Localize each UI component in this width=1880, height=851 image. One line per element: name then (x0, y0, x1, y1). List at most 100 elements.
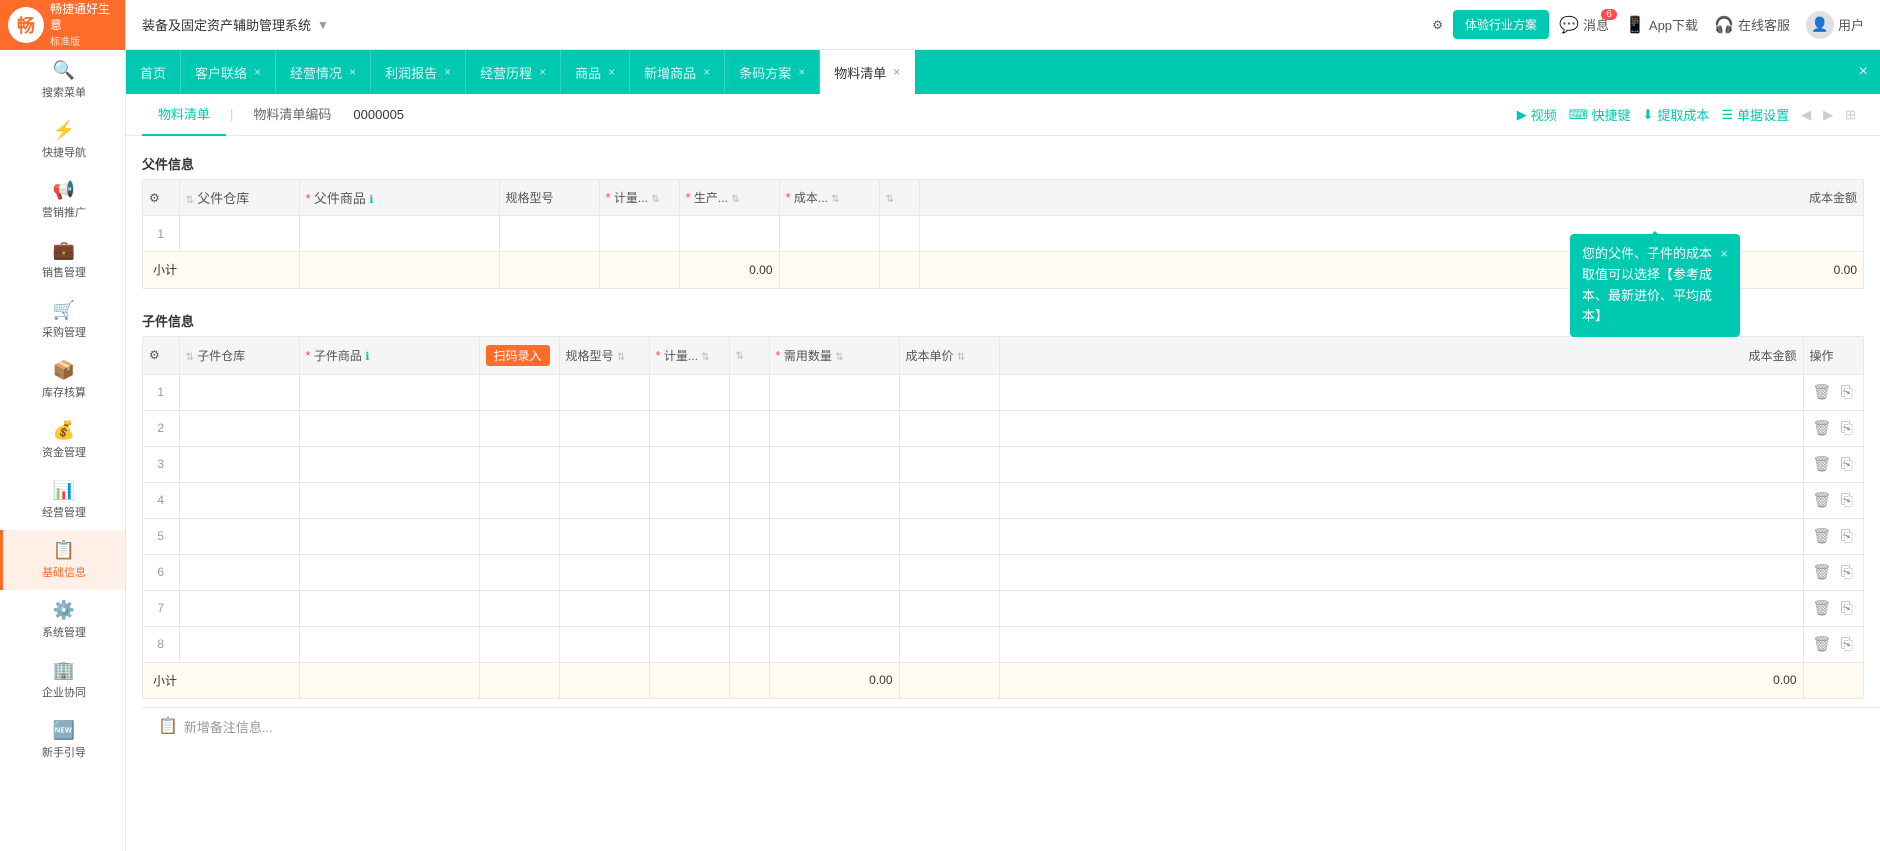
child-wh-8[interactable] (179, 626, 299, 662)
delete-btn-8[interactable]: 🗑 (1813, 636, 1832, 653)
child-amount-5[interactable] (999, 518, 1803, 554)
child-price-4[interactable] (899, 482, 999, 518)
child-spec-8[interactable] (559, 626, 649, 662)
sidebar-item-operation[interactable]: 📊 经营管理 (0, 470, 125, 530)
child-wh-7[interactable] (179, 590, 299, 626)
tab-bom-close[interactable]: × (893, 65, 900, 79)
child-spec-1[interactable] (559, 374, 649, 410)
child-goods-3[interactable] (299, 446, 479, 482)
child-qty-8[interactable] (769, 626, 899, 662)
tab-bom[interactable]: 物料清单 × (820, 50, 915, 94)
sidebar-item-search[interactable]: 🔍 搜索菜单 (0, 50, 125, 110)
sidebar-item-purchase[interactable]: 🛒 采购管理 (0, 290, 125, 350)
child-unit-3[interactable] (649, 446, 729, 482)
child-goods-1[interactable] (299, 374, 479, 410)
child-qty-3[interactable] (769, 446, 899, 482)
child-spec-2[interactable] (559, 410, 649, 446)
online-service-action[interactable]: 🎧 在线客服 (1714, 15, 1790, 35)
trial-button[interactable]: 体验行业方案 (1453, 10, 1549, 39)
child-price-8[interactable] (899, 626, 999, 662)
child-price-2[interactable] (899, 410, 999, 446)
sidebar-item-enterprise[interactable]: 🏢 企业协同 (0, 650, 125, 710)
copy-btn-2[interactable]: ⎘ (1841, 420, 1853, 437)
child-qty-7[interactable] (769, 590, 899, 626)
sidebar-item-quick-nav[interactable]: ⚡ 快捷导航 (0, 110, 125, 170)
child-price-3[interactable] (899, 446, 999, 482)
message-action[interactable]: 💬 6 消息 (1559, 15, 1609, 35)
tab-goods-close[interactable]: × (608, 65, 615, 79)
copy-btn-4[interactable]: ⎘ (1841, 492, 1853, 509)
delete-btn-4[interactable]: 🗑 (1813, 492, 1832, 509)
child-wh-6[interactable] (179, 554, 299, 590)
child-amount-1[interactable] (999, 374, 1803, 410)
delete-btn-2[interactable]: 🗑 (1813, 420, 1832, 437)
child-goods-6[interactable] (299, 554, 479, 590)
child-wh-1[interactable] (179, 374, 299, 410)
tab-profit-report[interactable]: 利润报告 × (371, 50, 466, 94)
delete-btn-6[interactable]: 🗑 (1813, 564, 1832, 581)
child-qty-5[interactable] (769, 518, 899, 554)
sub-tab-bom-list[interactable]: 物料清单 (142, 94, 226, 136)
child-scan-8[interactable] (479, 626, 559, 662)
child-unit-1[interactable] (649, 374, 729, 410)
child-price-7[interactable] (899, 590, 999, 626)
child-scan-6[interactable] (479, 554, 559, 590)
sidebar-item-system[interactable]: ⚙️ 系统管理 (0, 590, 125, 650)
child-scan-3[interactable] (479, 446, 559, 482)
sidebar-item-inventory[interactable]: 📦 库存核算 (0, 350, 125, 410)
th-settings-child[interactable]: ⚙ (143, 337, 179, 375)
child-qty-1[interactable] (769, 374, 899, 410)
tab-home[interactable]: 首页 (126, 50, 181, 94)
child-unit-4[interactable] (649, 482, 729, 518)
tab-biz-history-close[interactable]: × (539, 65, 546, 79)
tab-op-status-close[interactable]: × (349, 65, 356, 79)
parent-cost-1[interactable] (779, 216, 879, 252)
tab-new-goods[interactable]: 新增商品 × (630, 50, 725, 94)
child-qty-2[interactable] (769, 410, 899, 446)
scan-btn[interactable]: 扫码录入 (486, 345, 550, 366)
sub-tab-bom-code[interactable]: 物料清单编码 (237, 94, 347, 136)
nav-next-btn[interactable]: ▶ (1823, 107, 1833, 123)
child-qty-4[interactable] (769, 482, 899, 518)
child-amount-7[interactable] (999, 590, 1803, 626)
tooltip-close-btn[interactable]: × (1720, 244, 1728, 265)
tab-customer-close[interactable]: × (254, 65, 261, 79)
child-goods-7[interactable] (299, 590, 479, 626)
sidebar-item-finance[interactable]: 💰 资金管理 (0, 410, 125, 470)
settings-btn[interactable]: ⚙ (1432, 18, 1443, 32)
copy-btn-6[interactable]: ⎘ (1841, 564, 1853, 581)
child-spec-6[interactable] (559, 554, 649, 590)
tab-customer[interactable]: 客户联络 × (181, 50, 276, 94)
copy-btn-8[interactable]: ⎘ (1841, 636, 1853, 653)
delete-btn-1[interactable]: 🗑 (1813, 384, 1832, 401)
tab-barcode[interactable]: 条码方案 × (725, 50, 820, 94)
video-btn[interactable]: ▶ 视频 (1517, 105, 1557, 124)
tab-new-goods-close[interactable]: × (703, 65, 710, 79)
child-wh-5[interactable] (179, 518, 299, 554)
extract-cost-btn[interactable]: ⬇ 提取成本 (1643, 105, 1710, 124)
child-spec-3[interactable] (559, 446, 649, 482)
child-scan-1[interactable] (479, 374, 559, 410)
child-goods-4[interactable] (299, 482, 479, 518)
copy-btn-1[interactable]: ⎘ (1841, 384, 1853, 401)
copy-btn-3[interactable]: ⎘ (1841, 456, 1853, 473)
sidebar-item-marketing[interactable]: 📢 营销推广 (0, 170, 125, 230)
app-download-action[interactable]: 📱 App下载 (1625, 15, 1698, 35)
tab-operation-status[interactable]: 经营情况 × (276, 50, 371, 94)
tab-barcode-close[interactable]: × (798, 65, 805, 79)
child-amount-3[interactable] (999, 446, 1803, 482)
nav-prev-btn[interactable]: ◀ (1801, 107, 1811, 123)
child-goods-8[interactable] (299, 626, 479, 662)
grid-view-btn[interactable]: ⊞ (1845, 107, 1856, 123)
child-price-5[interactable] (899, 518, 999, 554)
bottom-hint[interactable]: 📋 新增备注信息... (142, 707, 1880, 744)
child-spec-7[interactable] (559, 590, 649, 626)
sidebar-item-basic-info[interactable]: 📋 基础信息 (0, 530, 125, 590)
child-scan-4[interactable] (479, 482, 559, 518)
child-amount-6[interactable] (999, 554, 1803, 590)
sidebar-item-guide[interactable]: 🆕 新手引导 (0, 710, 125, 770)
child-goods-2[interactable] (299, 410, 479, 446)
child-wh-4[interactable] (179, 482, 299, 518)
th-settings-parent[interactable]: ⚙ (143, 180, 179, 216)
close-all-tabs[interactable]: × (1847, 63, 1880, 81)
